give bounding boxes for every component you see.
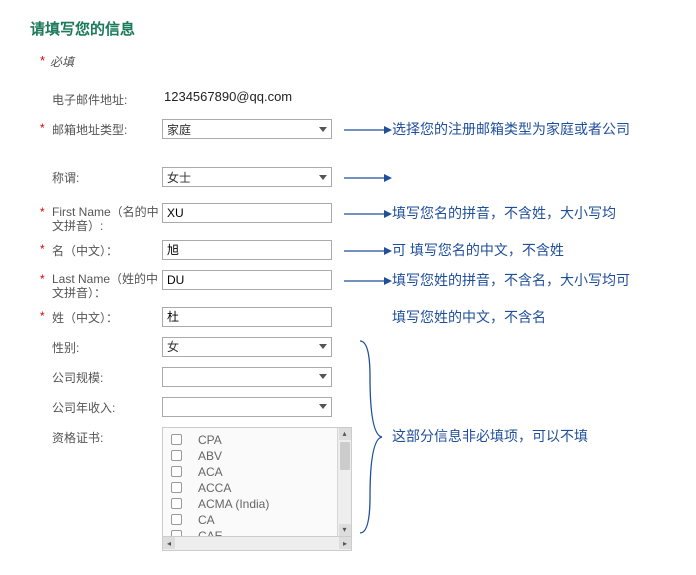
select-salutation[interactable]: 女士: [162, 167, 332, 187]
checkbox-icon[interactable]: [171, 482, 182, 493]
cert-option-label: ACA: [198, 465, 223, 479]
label-last-name-pinyin: Last Name（姓的中文拼音）：: [52, 272, 162, 301]
label-certs: 资格证书:: [52, 429, 162, 446]
row-last-name-pinyin: * Last Name（姓的中文拼音）： 填写您姓的拼音，不含名，大小写均可: [40, 270, 666, 301]
scroll-thumb[interactable]: [340, 442, 350, 470]
star-icon: *: [40, 272, 52, 286]
row-certs: 资格证书: CPA ABV ACA ACCA ACMA (India) CA CAE ▴ ▾: [40, 427, 352, 551]
row-gender: 性别: 女: [40, 337, 352, 361]
checkbox-icon[interactable]: [171, 514, 182, 525]
star-icon: *: [40, 121, 52, 135]
required-star-icon: *: [40, 53, 50, 68]
arrow-annotation-icon: [342, 119, 392, 137]
select-salutation-value: 女士: [167, 169, 191, 186]
select-company-income[interactable]: [162, 397, 332, 417]
star-icon: *: [40, 309, 52, 323]
required-legend-text: 必填: [50, 53, 74, 70]
row-first-name-pinyin: * First Name（名的中文拼音）: 填写您名的拼音，不含姓，大小写均: [40, 203, 666, 234]
label-email: 电子邮件地址:: [52, 91, 162, 108]
input-first-name-pinyin[interactable]: [162, 203, 332, 223]
chevron-down-icon: [319, 175, 327, 180]
label-first-name-cn: 名（中文）：: [52, 242, 162, 259]
label-last-name-cn: 姓（中文）：: [52, 309, 162, 326]
cert-option[interactable]: ACA: [171, 464, 333, 480]
scroll-up-icon[interactable]: ▴: [339, 428, 351, 440]
cert-option[interactable]: ABV: [171, 448, 333, 464]
annotation-first-name-pinyin: 填写您名的拼音，不含姓，大小写均: [392, 203, 666, 224]
label-salutation: 称谓:: [52, 169, 162, 186]
arrow-annotation-icon: [342, 203, 392, 221]
required-legend-row: * 必填: [40, 53, 666, 77]
cert-option[interactable]: CPA: [171, 432, 333, 448]
label-company-income: 公司年收入:: [52, 399, 162, 416]
checkbox-icon[interactable]: [171, 530, 182, 536]
chevron-down-icon: [319, 404, 327, 409]
page-title: 请填写您的信息: [30, 18, 666, 39]
row-email-type: * 邮箱地址类型: 家庭 选择您的注册邮箱类型为家庭或者公司: [40, 119, 666, 161]
checkbox-icon[interactable]: [171, 434, 182, 445]
annotation-first-name-cn: 可 填写您名的中文，不含姓: [392, 240, 666, 261]
chevron-down-icon: [319, 127, 327, 132]
annotation-optional: 这部分信息非必填项，可以不填: [392, 425, 588, 447]
row-email: 电子邮件地址: 1234567890@qq.com: [40, 89, 666, 113]
vertical-scrollbar[interactable]: ▴ ▾: [337, 428, 351, 536]
row-company-income: 公司年收入:: [40, 397, 352, 421]
label-gender: 性别:: [52, 339, 162, 356]
cert-option-label: ACCA: [198, 481, 231, 495]
select-company-size[interactable]: [162, 367, 332, 387]
checkbox-icon[interactable]: [171, 450, 182, 461]
cert-option-label: CPA: [198, 433, 222, 447]
select-gender[interactable]: 女: [162, 337, 332, 357]
cert-option[interactable]: CAE: [171, 528, 333, 536]
cert-option[interactable]: ACCA: [171, 480, 333, 496]
cert-option-label: CAE: [198, 529, 223, 536]
annotation-last-name-pinyin: 填写您姓的拼音，不含名，大小写均可: [392, 270, 666, 291]
scroll-right-icon[interactable]: ▸: [339, 537, 351, 549]
email-value: 1234567890@qq.com: [162, 89, 292, 104]
row-last-name-cn: * 姓（中文）： 填写您姓的中文，不含名: [40, 307, 666, 331]
horizontal-scrollbar[interactable]: ◂ ▸: [162, 537, 352, 551]
label-company-size: 公司规模:: [52, 369, 162, 386]
label-first-name-pinyin: First Name（名的中文拼音）:: [52, 205, 162, 234]
cert-option-label: CA: [198, 513, 215, 527]
annotation-last-name-cn: 填写您姓的中文，不含名: [392, 307, 666, 328]
scroll-down-icon[interactable]: ▾: [339, 524, 351, 536]
arrow-annotation-icon: [342, 167, 392, 185]
form-area: * 必填 电子邮件地址: 1234567890@qq.com * 邮箱地址类型:…: [30, 53, 666, 557]
input-last-name-cn[interactable]: [162, 307, 332, 327]
checkbox-icon[interactable]: [171, 466, 182, 477]
input-first-name-cn[interactable]: [162, 240, 332, 260]
cert-listbox[interactable]: CPA ABV ACA ACCA ACMA (India) CA CAE ▴ ▾: [162, 427, 352, 537]
star-icon: *: [40, 205, 52, 219]
scroll-left-icon[interactable]: ◂: [163, 537, 175, 549]
row-first-name-cn: * 名（中文）： 可 填写您名的中文，不含姓: [40, 240, 666, 264]
cert-option[interactable]: CA: [171, 512, 333, 528]
label-email-type: 邮箱地址类型:: [52, 121, 162, 138]
cert-option[interactable]: ACMA (India): [171, 496, 333, 512]
chevron-down-icon: [319, 344, 327, 349]
chevron-down-icon: [319, 374, 327, 379]
select-email-type-value: 家庭: [167, 121, 191, 138]
input-last-name-pinyin[interactable]: [162, 270, 332, 290]
select-email-type[interactable]: 家庭: [162, 119, 332, 139]
arrow-annotation-icon: [342, 270, 392, 288]
row-salutation: 称谓: 女士: [40, 167, 666, 197]
row-company-size: 公司规模:: [40, 367, 352, 391]
curly-brace-icon: [352, 337, 392, 540]
select-gender-value: 女: [167, 338, 179, 355]
cert-option-label: ABV: [198, 449, 222, 463]
cert-option-label: ACMA (India): [198, 497, 269, 511]
annotation-email-type: 选择您的注册邮箱类型为家庭或者公司: [392, 119, 666, 140]
arrow-annotation-icon: [342, 240, 392, 258]
star-icon: *: [40, 242, 52, 256]
